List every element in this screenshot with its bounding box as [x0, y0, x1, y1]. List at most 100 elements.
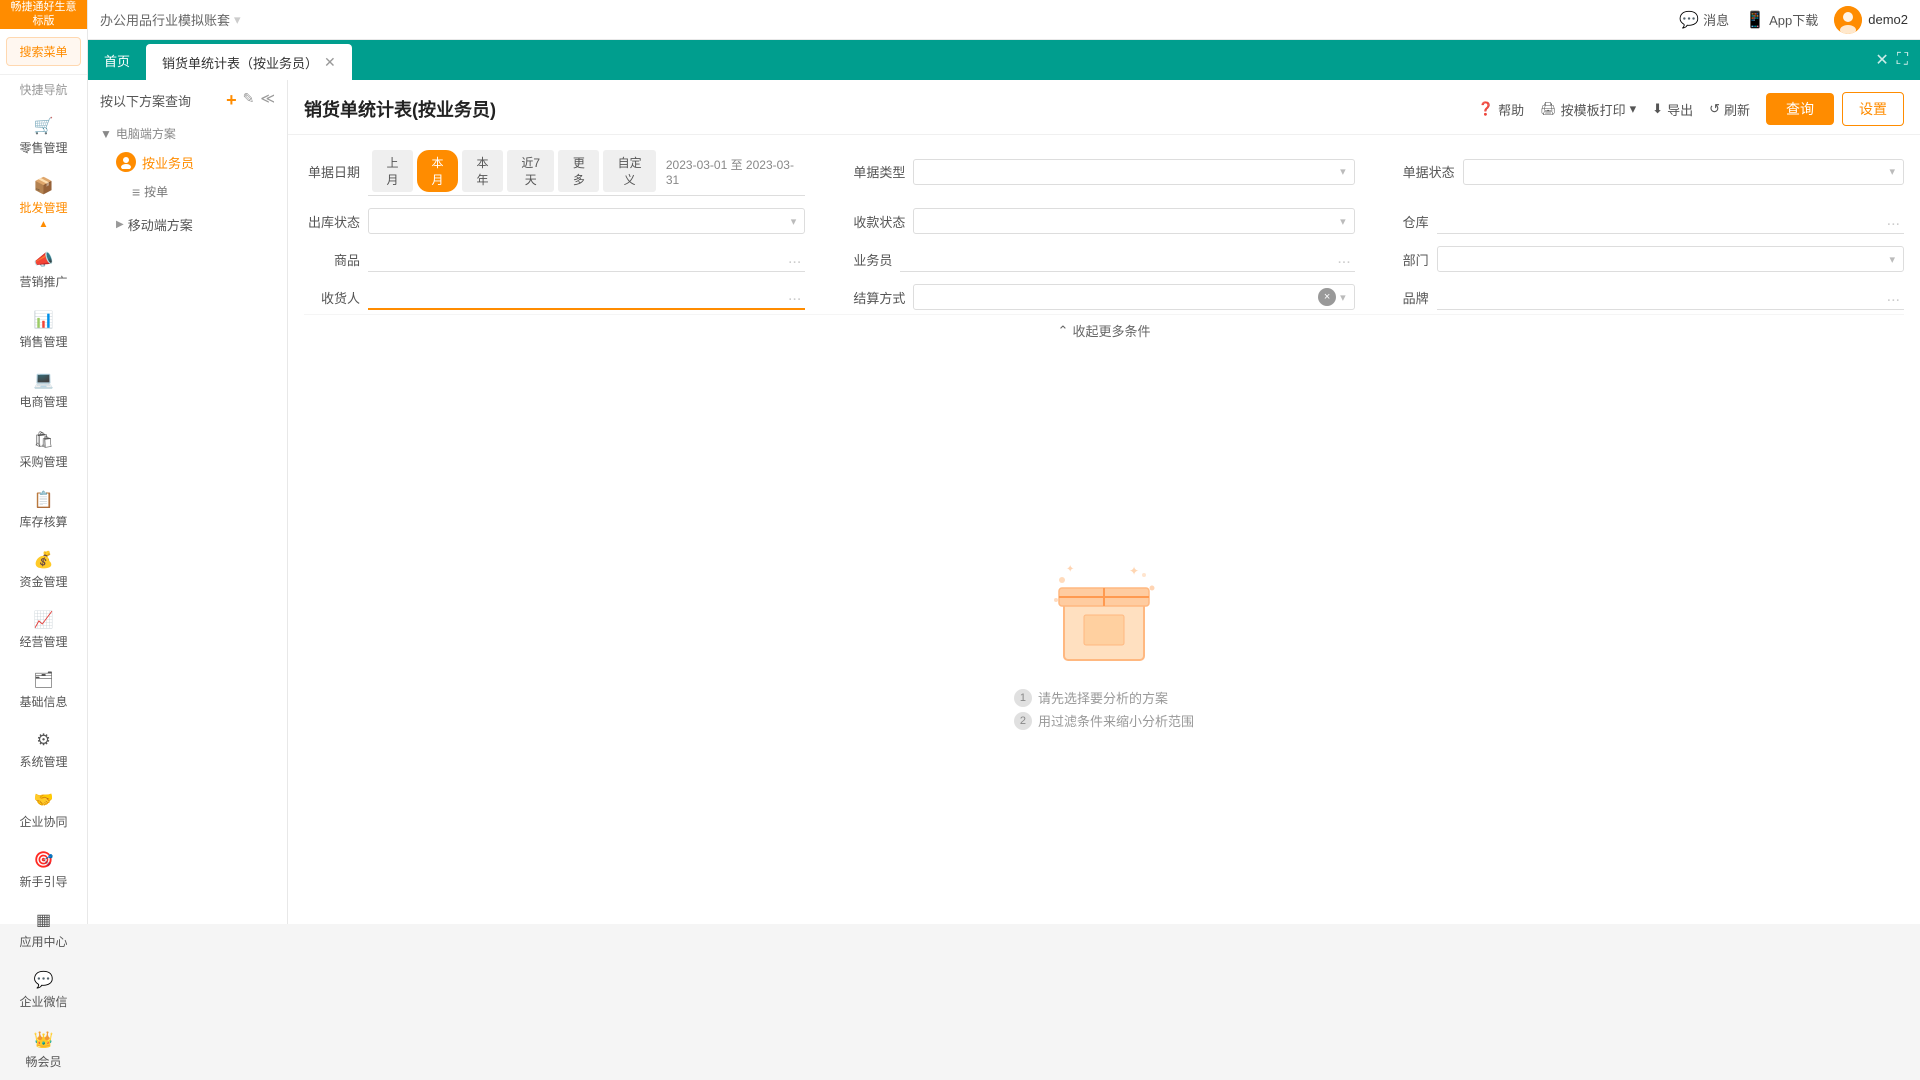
sidebar-item-wholesale[interactable]: 📦 批发管理 ▲	[0, 166, 87, 240]
scheme-subitem-order[interactable]: ≡ 按单	[88, 178, 287, 205]
sidebar-item-purchase[interactable]: 🛍 采购管理	[0, 420, 87, 480]
member-icon: 👑	[34, 1030, 54, 1050]
sidebar-item-sales[interactable]: 📊 销售管理	[0, 300, 87, 360]
date-btn-more[interactable]: 更多	[558, 150, 599, 192]
help-button[interactable]: ❓ 帮助	[1470, 96, 1532, 123]
sidebar-item-wecom[interactable]: 💬 企业微信	[0, 960, 87, 1020]
sidebar-item-label-finance: 资金管理	[19, 573, 67, 590]
refresh-icon: ↺	[1709, 101, 1720, 117]
collapse-icon: ⌃	[1058, 323, 1069, 339]
settlement-clear-icon[interactable]: ×	[1318, 288, 1336, 306]
hint-text-2: 用过滤条件来缩小分析范围	[1038, 711, 1194, 730]
user-menu[interactable]: demo2	[1834, 6, 1908, 34]
sidebar-item-inventory[interactable]: 📋 库存核算	[0, 480, 87, 540]
scheme-subitem-order-label: 按单	[144, 183, 168, 200]
maximize-icon[interactable]: ⛶	[1897, 51, 1908, 69]
close-tab-icon[interactable]: ✕	[324, 54, 336, 71]
sidebar-item-newbie[interactable]: 🎯 新手引导	[0, 840, 87, 900]
sidebar-item-retail[interactable]: 🛒 零售管理	[0, 106, 87, 166]
mobile-scheme-group[interactable]: ▶ 移动端方案	[88, 209, 287, 240]
docstatus-select[interactable]: ▾	[1463, 159, 1904, 185]
search-menu-button[interactable]: 搜索菜单	[6, 37, 81, 66]
collapse-bar[interactable]: ⌃ 收起更多条件	[304, 314, 1904, 346]
message-button[interactable]: 💬 消息	[1679, 10, 1729, 30]
filter-docstatus-group: 单据状态 ▾	[1395, 159, 1904, 185]
sales-icon: 📊	[34, 310, 54, 330]
goods-input[interactable]: ...	[368, 246, 805, 272]
dept-label: 部门	[1403, 250, 1429, 269]
wholesale-icon: 📦	[34, 176, 54, 196]
sidebar-item-apps[interactable]: ▦ 应用中心	[0, 900, 87, 960]
delivery-label: 出库状态	[304, 212, 360, 231]
add-scheme-icon[interactable]: +	[226, 90, 237, 111]
date-btn-7days[interactable]: 近7天	[507, 150, 554, 192]
close-window-icon[interactable]: ✕	[1875, 50, 1888, 70]
staff-dots[interactable]: ...	[1337, 250, 1350, 268]
delivery-select[interactable]: ▾	[368, 208, 805, 234]
right-panel: 销货单统计表(按业务员) ❓ 帮助 🖨 按模板打印 ▾ ⬇	[288, 80, 1920, 924]
warehouse-label: 仓库	[1403, 212, 1429, 231]
warehouse-input[interactable]: ...	[1437, 208, 1904, 234]
purchase-icon: 🛍	[33, 430, 53, 450]
date-btn-this-month[interactable]: 本月	[417, 150, 458, 192]
warehouse-dots[interactable]: ...	[1887, 212, 1900, 230]
settlement-arrow: ▾	[1340, 291, 1346, 304]
tabbar: 首页 销货单统计表（按业务员） ✕ ✕ ⛶	[88, 40, 1920, 80]
breadcrumb-text: 办公用品行业模拟账套	[100, 10, 230, 29]
settings-button[interactable]: 设置	[1842, 92, 1904, 126]
filter-settlement-group: 结算方式 × ▾	[845, 284, 1362, 310]
tab-home[interactable]: 首页	[88, 40, 146, 80]
empty-state: ✦ ✦ 1 请先选择要分析的方案 2 用过滤条件来缩小分析范围	[288, 358, 1920, 924]
payment-select[interactable]: ▾	[913, 208, 1354, 234]
page-right-actions: ❓ 帮助 🖨 按模板打印 ▾ ⬇ 导出 ↺	[1470, 92, 1904, 126]
date-btn-this-year[interactable]: 本年	[462, 150, 503, 192]
recipient-dots[interactable]: ...	[788, 287, 801, 305]
filter-payment-group: 收款状态 ▾	[845, 208, 1362, 234]
staff-input[interactable]: ...	[900, 246, 1354, 272]
collapse-scheme-icon[interactable]: ≪	[260, 90, 275, 111]
scheme-actions: + ✎ ≪	[226, 90, 275, 111]
pc-scheme-label[interactable]: ▼ 电脑端方案	[88, 121, 287, 146]
app-download-label: App下载	[1769, 10, 1818, 29]
sidebar-item-finance[interactable]: 💰 资金管理	[0, 540, 87, 600]
hint-num-1: 1	[1014, 689, 1032, 707]
sidebar-item-member[interactable]: 👑 畅会员	[0, 1020, 87, 1080]
export-button[interactable]: ⬇ 导出	[1644, 96, 1701, 123]
filter-row-4: 收货人 ... 结算方式 ×	[304, 284, 1904, 310]
main-area: 办公用品行业模拟账套 ▾ 💬 消息 📱 App下载 de	[88, 0, 1920, 924]
avatar	[1834, 6, 1862, 34]
brand-dots[interactable]: ...	[1887, 288, 1900, 306]
sidebar-item-operations[interactable]: 📈 经营管理	[0, 600, 87, 660]
doctype-select[interactable]: ▾	[913, 159, 1354, 185]
sidebar-item-ecommerce[interactable]: 💻 电商管理	[0, 360, 87, 420]
recipient-input[interactable]: ...	[368, 284, 805, 310]
filter-brand-group: 品牌 ...	[1395, 284, 1904, 310]
date-btn-last-month[interactable]: 上月	[372, 150, 413, 192]
goods-dots[interactable]: ...	[788, 250, 801, 268]
template-print-button[interactable]: 🖨 按模板打印 ▾	[1532, 96, 1644, 123]
empty-hint-1: 1 请先选择要分析的方案	[1014, 686, 1194, 709]
query-button[interactable]: 查询	[1766, 93, 1834, 125]
inventory-icon: 📋	[34, 490, 54, 510]
dept-select[interactable]: ▾	[1437, 246, 1904, 272]
sidebar-item-enterprise[interactable]: 🤝 企业协同	[0, 780, 87, 840]
print-icon: 🖨	[1540, 101, 1557, 117]
app-download-button[interactable]: 📱 App下载	[1745, 10, 1818, 30]
refresh-button[interactable]: ↺ 刷新	[1701, 96, 1758, 123]
hint-text-1: 请先选择要分析的方案	[1038, 688, 1168, 707]
sidebar-item-system[interactable]: ⚙ 系统管理	[0, 720, 87, 780]
settlement-select[interactable]: × ▾	[913, 284, 1354, 310]
date-btn-custom[interactable]: 自定义	[603, 150, 655, 192]
app-download-icon: 📱	[1745, 10, 1765, 30]
goods-label: 商品	[304, 250, 360, 269]
collapse-label: 收起更多条件	[1072, 321, 1150, 340]
tab-sales-stat[interactable]: 销货单统计表（按业务员） ✕	[146, 44, 352, 80]
scheme-item-by-staff[interactable]: 按业务员	[88, 146, 287, 178]
brand-input[interactable]: ...	[1437, 284, 1904, 310]
sidebar-item-basic[interactable]: 🗂 基础信息	[0, 660, 87, 720]
docstatus-label: 单据状态	[1403, 162, 1455, 181]
sidebar-item-marketing[interactable]: 📣 营销推广	[0, 240, 87, 300]
edit-scheme-icon[interactable]: ✎	[243, 90, 255, 111]
basic-icon: 🗂	[33, 670, 53, 690]
filter-goods-group: 商品 ...	[304, 246, 813, 272]
